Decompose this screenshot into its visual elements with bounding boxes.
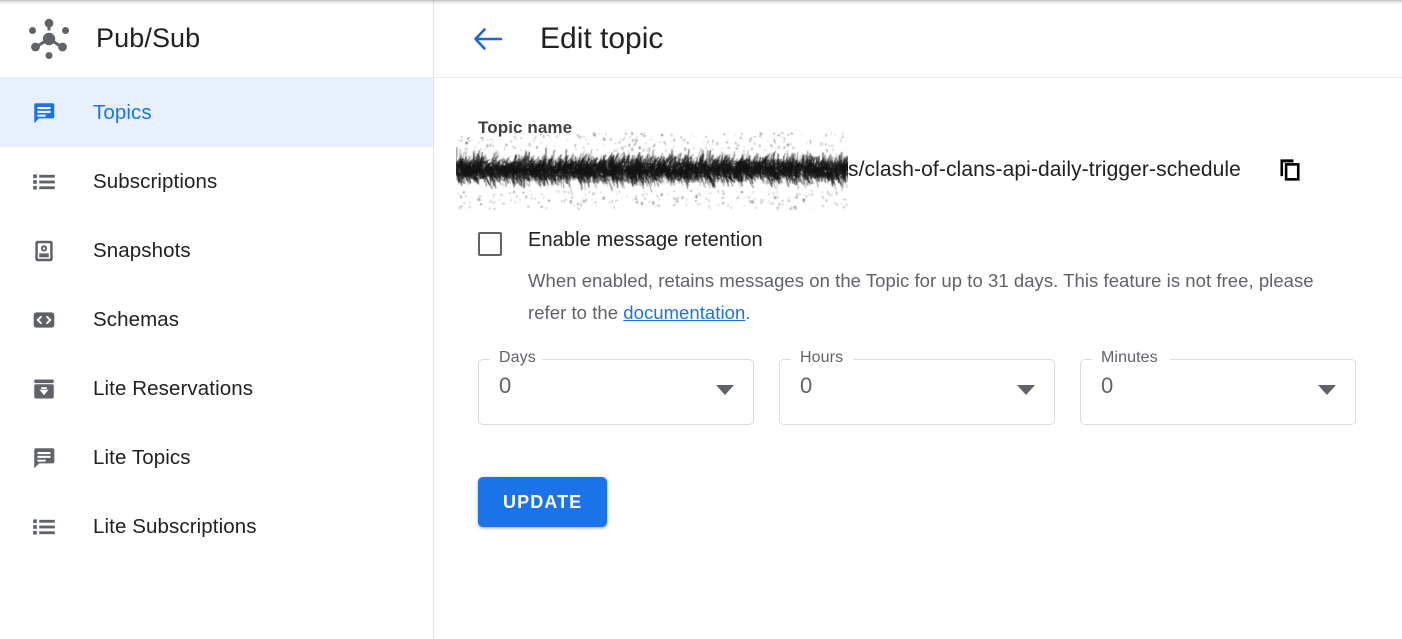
pubsub-edit-topic-page: Pub/Sub Topics Subscriptions Snapshots S… bbox=[0, 0, 1402, 639]
brand-header: Pub/Sub bbox=[0, 0, 433, 78]
topic-name-row: s/clash-of-clans-api-daily-trigger-sched… bbox=[456, 130, 1402, 210]
chevron-down-icon[interactable] bbox=[1318, 385, 1336, 395]
page-title: Edit topic bbox=[540, 21, 664, 55]
update-button[interactable]: UPDATE bbox=[478, 477, 608, 527]
retention-description-part2: . bbox=[745, 302, 751, 323]
days-select[interactable]: Days 0 bbox=[478, 348, 754, 425]
arrow-left-icon[interactable] bbox=[466, 17, 510, 61]
sidebar-item-label: Subscriptions bbox=[93, 169, 218, 193]
main-content: Edit topic Topic name s/clash-of-clans-a… bbox=[434, 0, 1402, 639]
sidebar-item-lite-subscriptions[interactable]: Lite Subscriptions bbox=[0, 492, 433, 561]
pubsub-hub-nodes-icon bbox=[22, 14, 76, 64]
form-actions: UPDATE bbox=[478, 477, 1402, 527]
content-copy-icon[interactable] bbox=[1275, 155, 1305, 185]
minutes-select-value: 0 bbox=[1101, 373, 1114, 398]
hours-select[interactable]: Hours 0 bbox=[779, 348, 1055, 425]
redacted-project-path bbox=[456, 130, 848, 210]
minutes-select[interactable]: Minutes 0 bbox=[1080, 348, 1356, 425]
main-header: Edit topic bbox=[434, 0, 1402, 78]
sidebar-item-lite-topics[interactable]: Lite Topics bbox=[0, 423, 433, 492]
retention-checkbox-label: Enable message retention bbox=[528, 229, 763, 251]
sidebar-item-label: Lite Reservations bbox=[93, 376, 254, 400]
hours-select-outline bbox=[779, 359, 1055, 425]
hours-select-value: 0 bbox=[800, 373, 813, 398]
days-select-label: Days bbox=[495, 348, 540, 368]
topic-name-value: s/clash-of-clans-api-daily-trigger-sched… bbox=[848, 158, 1241, 181]
chevron-down-icon[interactable] bbox=[1017, 385, 1035, 395]
days-select-value: 0 bbox=[499, 373, 512, 398]
sidebar-item-lite-reservations[interactable]: Lite Reservations bbox=[0, 354, 433, 423]
retention-section: Enable message retention When enabled, r… bbox=[478, 228, 1402, 329]
snapshot-photo-icon bbox=[30, 237, 58, 265]
sidebar-item-schemas[interactable]: Schemas bbox=[0, 285, 433, 354]
sidebar-item-label: Schemas bbox=[93, 307, 180, 331]
list-icon bbox=[30, 168, 58, 196]
archive-inbox-icon bbox=[30, 375, 58, 403]
chevron-down-icon[interactable] bbox=[716, 385, 734, 395]
retention-text-block: Enable message retention When enabled, r… bbox=[528, 228, 1340, 329]
sidebar-item-label: Snapshots bbox=[93, 238, 191, 262]
sidebar-item-subscriptions[interactable]: Subscriptions bbox=[0, 147, 433, 216]
topic-message-icon bbox=[30, 99, 58, 127]
sidebar: Pub/Sub Topics Subscriptions Snapshots S… bbox=[0, 0, 434, 639]
sidebar-item-label: Lite Topics bbox=[93, 445, 191, 469]
days-select-outline bbox=[478, 359, 754, 425]
sidebar-item-topics[interactable]: Topics bbox=[0, 78, 433, 147]
retention-description: When enabled, retains messages on the To… bbox=[528, 265, 1340, 329]
minutes-select-label: Minutes bbox=[1097, 348, 1162, 368]
enable-message-retention-checkbox[interactable] bbox=[478, 232, 502, 256]
code-brackets-icon bbox=[30, 306, 58, 334]
edit-topic-form: Topic name s/clash-of-clans-api-daily-tr… bbox=[434, 78, 1402, 527]
sidebar-item-label: Lite Subscriptions bbox=[93, 514, 257, 538]
hours-select-label: Hours bbox=[796, 348, 848, 368]
sidebar-item-label: Topics bbox=[93, 100, 152, 124]
sidebar-nav: Topics Subscriptions Snapshots Schemas L… bbox=[0, 78, 433, 561]
sidebar-item-snapshots[interactable]: Snapshots bbox=[0, 216, 433, 285]
documentation-link[interactable]: documentation bbox=[623, 302, 745, 323]
minutes-select-outline bbox=[1080, 359, 1356, 425]
retention-duration-fields: Days 0 Hours 0 Minutes 0 bbox=[478, 348, 1402, 425]
list-icon bbox=[30, 513, 58, 541]
topic-message-icon bbox=[30, 444, 58, 472]
brand-title: Pub/Sub bbox=[96, 23, 201, 53]
